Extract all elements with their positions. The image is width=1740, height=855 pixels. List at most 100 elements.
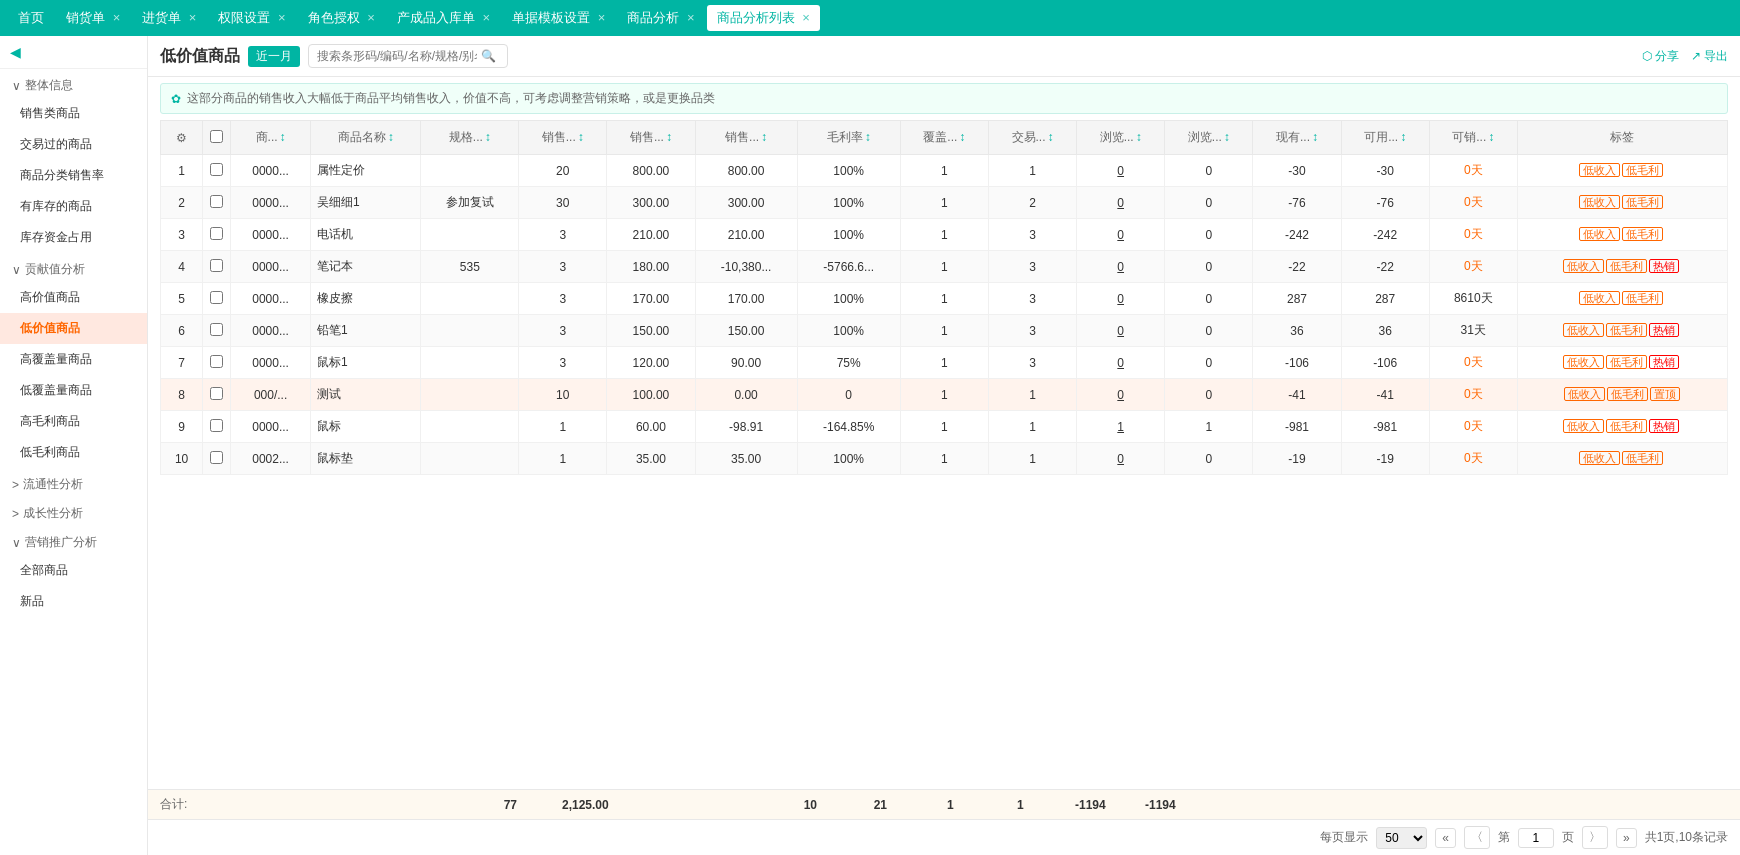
view1-link[interactable]: 0 — [1117, 228, 1124, 242]
current-stock-col-header[interactable]: 现有...↕ — [1253, 121, 1341, 155]
transaction-col-header[interactable]: 交易...↕ — [988, 121, 1076, 155]
view1-link[interactable]: 0 — [1117, 356, 1124, 370]
next-page-button[interactable]: 〉 — [1582, 826, 1608, 849]
filter-tag-recent-month[interactable]: 近一月 — [248, 46, 300, 67]
margin-col-header[interactable]: 毛利率↕ — [797, 121, 900, 155]
view2-col-header[interactable]: 浏览...↕ — [1165, 121, 1253, 155]
view1-link[interactable]: 0 — [1117, 324, 1124, 338]
view1-link[interactable]: 0 — [1117, 196, 1124, 210]
view1-col-header[interactable]: 浏览...↕ — [1077, 121, 1165, 155]
nav-home[interactable]: 首页 — [8, 5, 54, 31]
sidebar-item-stocked-products[interactable]: 有库存的商品 — [0, 191, 147, 222]
close-icon[interactable]: × — [189, 10, 197, 25]
sidebar-section-overall[interactable]: ∨ 整体信息 — [0, 69, 147, 98]
sale-amt1-col-header[interactable]: 销售...↕ — [607, 121, 695, 155]
close-icon[interactable]: × — [113, 10, 121, 25]
settings-col-header[interactable]: ⚙ — [161, 121, 203, 155]
sidebar-item-sales-products[interactable]: 销售类商品 — [0, 98, 147, 129]
share-button[interactable]: ⬡ 分享 — [1642, 48, 1679, 65]
nav-product-analysis-list[interactable]: 商品分析列表 × — [707, 5, 820, 31]
sidebar-section-contribution[interactable]: ∨ 贡献值分析 — [0, 253, 147, 282]
row-view1[interactable]: 0 — [1077, 155, 1165, 187]
nav-permissions[interactable]: 权限设置 × — [208, 5, 295, 31]
last-page-button[interactable]: » — [1616, 828, 1637, 848]
view1-link[interactable]: 0 — [1117, 292, 1124, 306]
row-checkbox-cell[interactable] — [203, 443, 231, 475]
row-checkbox-cell[interactable] — [203, 251, 231, 283]
row-checkbox-cell[interactable] — [203, 411, 231, 443]
row-view1[interactable]: 0 — [1077, 219, 1165, 251]
available-stock-col-header[interactable]: 可用...↕ — [1341, 121, 1429, 155]
search-input[interactable] — [317, 49, 477, 63]
row-view1[interactable]: 0 — [1077, 443, 1165, 475]
close-icon[interactable]: × — [278, 10, 286, 25]
sidebar-section-marketing[interactable]: ∨ 营销推广分析 — [0, 526, 147, 555]
nav-purchase-order[interactable]: 进货单 × — [132, 5, 206, 31]
sale-qty-col-header[interactable]: 销售...↕ — [519, 121, 607, 155]
row-checkbox-cell[interactable] — [203, 155, 231, 187]
sidebar-item-low-coverage[interactable]: 低覆盖量商品 — [0, 375, 147, 406]
per-page-select[interactable]: 50 100 — [1376, 827, 1427, 849]
spec-col-header[interactable]: 规格...↕ — [421, 121, 519, 155]
view1-link[interactable]: 1 — [1117, 420, 1124, 434]
sidebar-item-category-sales-rate[interactable]: 商品分类销售率 — [0, 160, 147, 191]
close-icon[interactable]: × — [483, 10, 491, 25]
code-col-header[interactable]: 商...↕ — [231, 121, 311, 155]
nav-role-auth[interactable]: 角色授权 × — [298, 5, 385, 31]
row-checkbox[interactable] — [210, 291, 223, 304]
coverage-col-header[interactable]: 覆盖...↕ — [900, 121, 988, 155]
sidebar-section-flow[interactable]: > 流通性分析 — [0, 468, 147, 497]
row-view1[interactable]: 0 — [1077, 283, 1165, 315]
sidebar-item-low-value[interactable]: 低价值商品 — [0, 313, 147, 344]
row-checkbox-cell[interactable] — [203, 219, 231, 251]
view1-link[interactable]: 0 — [1117, 164, 1124, 178]
close-icon[interactable]: × — [687, 10, 695, 25]
select-all-col-header[interactable] — [203, 121, 231, 155]
sidebar-item-low-margin[interactable]: 低毛利商品 — [0, 437, 147, 468]
nav-template-settings[interactable]: 单据模板设置 × — [502, 5, 615, 31]
sidebar-item-all-products[interactable]: 全部商品 — [0, 555, 147, 586]
row-checkbox[interactable] — [210, 419, 223, 432]
row-checkbox-cell[interactable] — [203, 187, 231, 219]
row-checkbox-cell[interactable] — [203, 283, 231, 315]
sidebar-item-new-products[interactable]: 新品 — [0, 586, 147, 617]
current-page-input[interactable] — [1518, 828, 1554, 848]
select-all-checkbox[interactable] — [210, 130, 223, 143]
row-view1[interactable]: 0 — [1077, 379, 1165, 411]
row-view1[interactable]: 0 — [1077, 187, 1165, 219]
search-icon[interactable]: 🔍 — [481, 49, 496, 63]
name-col-header[interactable]: 商品名称↕ — [310, 121, 421, 155]
sidebar-section-growth[interactable]: > 成长性分析 — [0, 497, 147, 526]
nav-sales-order[interactable]: 销货单 × — [56, 5, 130, 31]
sidebar-collapse-icon[interactable]: ◀ — [10, 44, 21, 60]
row-view1[interactable]: 0 — [1077, 251, 1165, 283]
view1-link[interactable]: 0 — [1117, 388, 1124, 402]
row-checkbox[interactable] — [210, 451, 223, 464]
saleable-col-header[interactable]: 可销...↕ — [1429, 121, 1517, 155]
view1-link[interactable]: 0 — [1117, 260, 1124, 274]
first-page-button[interactable]: « — [1435, 828, 1456, 848]
close-icon[interactable]: × — [598, 10, 606, 25]
sale-amt2-col-header[interactable]: 销售...↕ — [695, 121, 797, 155]
row-checkbox[interactable] — [210, 195, 223, 208]
row-checkbox[interactable] — [210, 387, 223, 400]
row-checkbox-cell[interactable] — [203, 379, 231, 411]
sidebar-item-stock-capital[interactable]: 库存资金占用 — [0, 222, 147, 253]
row-checkbox[interactable] — [210, 323, 223, 336]
sidebar-item-high-coverage[interactable]: 高覆盖量商品 — [0, 344, 147, 375]
row-checkbox[interactable] — [210, 259, 223, 272]
row-view1[interactable]: 1 — [1077, 411, 1165, 443]
export-button[interactable]: ↗ 导出 — [1691, 48, 1728, 65]
prev-page-button[interactable]: 〈 — [1464, 826, 1490, 849]
sidebar-item-high-margin[interactable]: 高毛利商品 — [0, 406, 147, 437]
row-checkbox[interactable] — [210, 163, 223, 176]
sidebar-item-traded-products[interactable]: 交易过的商品 — [0, 129, 147, 160]
view1-link[interactable]: 0 — [1117, 452, 1124, 466]
row-checkbox-cell[interactable] — [203, 315, 231, 347]
row-checkbox-cell[interactable] — [203, 347, 231, 379]
close-icon[interactable]: × — [802, 10, 810, 25]
nav-product-inbound[interactable]: 产成品入库单 × — [387, 5, 500, 31]
row-view1[interactable]: 0 — [1077, 315, 1165, 347]
nav-product-analysis[interactable]: 商品分析 × — [617, 5, 704, 31]
row-checkbox[interactable] — [210, 355, 223, 368]
